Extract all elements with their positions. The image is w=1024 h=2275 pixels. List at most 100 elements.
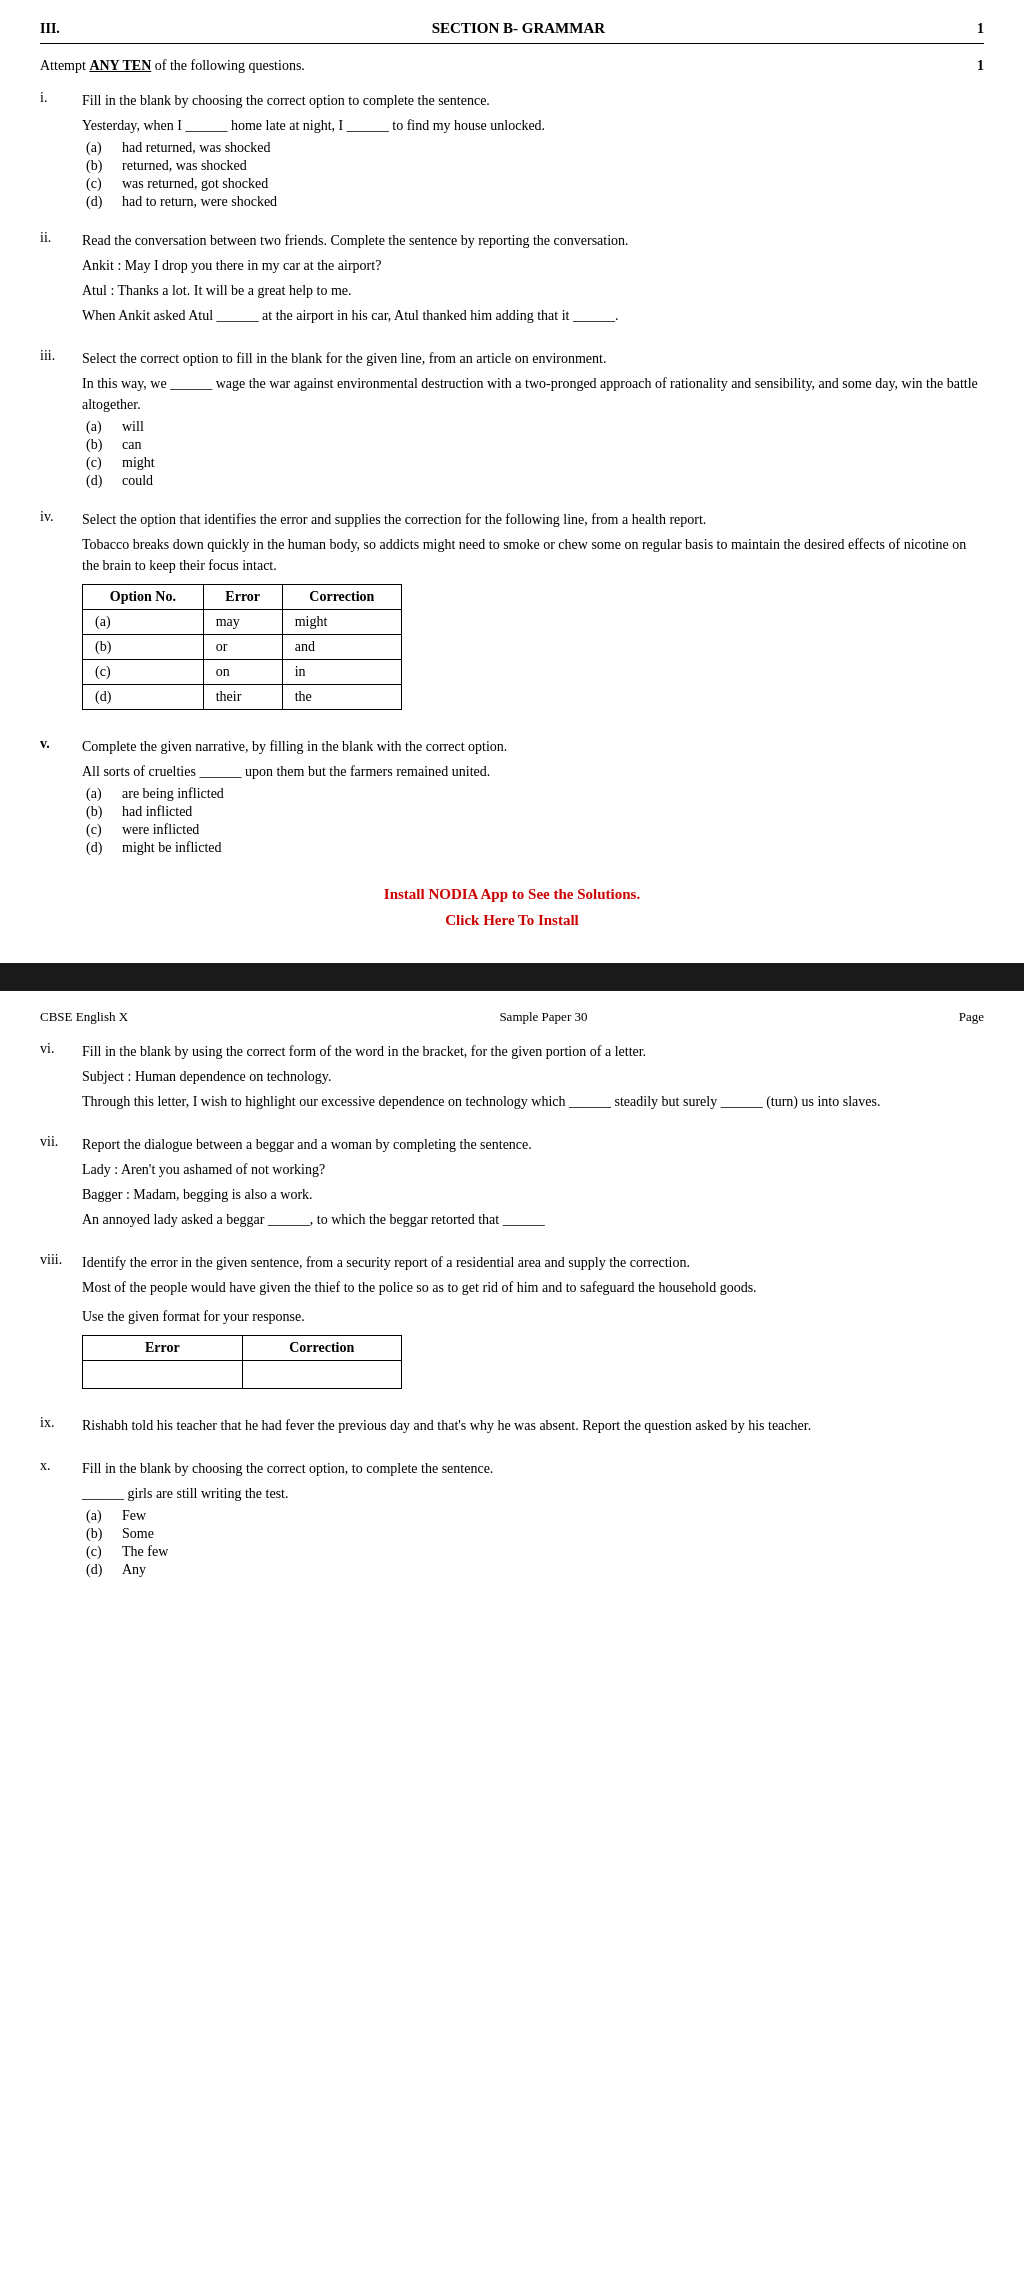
q-v-num: v. — [40, 736, 82, 858]
opt-c-text: might — [122, 455, 155, 471]
page-1: III. SECTION B- GRAMMAR 1 Attempt ANY TE… — [0, 0, 1024, 963]
list-item: (d) had to return, were shocked — [82, 194, 984, 210]
list-item: (c) were inflicted — [82, 822, 984, 838]
error-cell — [83, 1361, 243, 1389]
q-iv-content: Select the option that identifies the er… — [82, 509, 984, 718]
table-row — [83, 1361, 402, 1389]
q-ii-line2: Atul : Thanks a lot. It will be a great … — [82, 280, 984, 301]
col-option-no: Option No. — [83, 585, 204, 610]
q-iii-content: Select the correct option to fill in the… — [82, 348, 984, 491]
table-cell: (b) — [83, 635, 204, 660]
list-item: (c) was returned, got shocked — [82, 176, 984, 192]
question-ii: ii. Read the conversation between two fr… — [40, 230, 984, 330]
opt-d-label: (d) — [86, 194, 122, 210]
q-ii-line3: When Ankit asked Atul ______ at the airp… — [82, 305, 984, 326]
table-cell: the — [282, 685, 401, 710]
question-v-row: v. Complete the given narrative, by fill… — [40, 736, 984, 858]
page-divider — [0, 963, 1024, 991]
table-cell: in — [282, 660, 401, 685]
list-item: (b) had inflicted — [82, 804, 984, 820]
q-vii-num: vii. — [40, 1134, 82, 1234]
page-header: III. SECTION B- GRAMMAR 1 — [40, 20, 984, 44]
install-line1[interactable]: Install NODIA App to See the Solutions. — [40, 882, 984, 908]
question-iv-row: iv. Select the option that identifies th… — [40, 509, 984, 718]
opt-d-text: could — [122, 473, 153, 489]
list-item: (d) might be inflicted — [82, 840, 984, 856]
question-ix: ix. Rishabh told his teacher that he had… — [40, 1415, 984, 1440]
attempt-text-prefix: Attempt — [40, 58, 89, 73]
opt-d-label: (d) — [86, 473, 122, 489]
q-iii-options: (a) will (b) can (c) might (d) could — [82, 419, 984, 489]
question-iv: iv. Select the option that identifies th… — [40, 509, 984, 718]
q-vi-content: Fill in the blank by using the correct f… — [82, 1041, 984, 1116]
list-item: (d) Any — [82, 1562, 984, 1578]
table-row: (b)orand — [83, 635, 402, 660]
question-iii: iii. Select the correct option to fill i… — [40, 348, 984, 491]
q-x-options: (a) Few (b) Some (c) The few (d) Any — [82, 1508, 984, 1578]
table-cell: (d) — [83, 685, 204, 710]
opt-a-text: will — [122, 419, 144, 435]
opt-c-text: The few — [122, 1544, 168, 1560]
opt-a-text: Few — [122, 1508, 146, 1524]
opt-a-label: (a) — [86, 419, 122, 435]
q-ii-intro: Read the conversation between two friend… — [82, 230, 984, 251]
q-i-options: (a) had returned, was shocked (b) return… — [82, 140, 984, 210]
q-v-options: (a) are being inflicted (b) had inflicte… — [82, 786, 984, 856]
q-i-intro: Fill in the blank by choosing the correc… — [82, 90, 984, 111]
table-cell: (c) — [83, 660, 204, 685]
q-viii-sentence: Most of the people would have given the … — [82, 1277, 984, 1298]
p2-right: Page — [959, 1009, 984, 1025]
q-ii-line1: Ankit : May I drop you there in my car a… — [82, 255, 984, 276]
q-x-intro: Fill in the blank by choosing the correc… — [82, 1458, 984, 1479]
opt-a-text: had returned, was shocked — [122, 140, 271, 156]
list-item: (b) returned, was shocked — [82, 158, 984, 174]
table-header-row: Option No. Error Correction — [83, 585, 402, 610]
question-iii-row: iii. Select the correct option to fill i… — [40, 348, 984, 491]
opt-b-text: can — [122, 437, 141, 453]
q-iv-sentence: Tobacco breaks down quickly in the human… — [82, 534, 984, 576]
col-correction: Correction — [242, 1336, 402, 1361]
table-row: (d)theirthe — [83, 685, 402, 710]
install-banner[interactable]: Install NODIA App to See the Solutions. … — [40, 882, 984, 933]
page-number: 1 — [977, 21, 984, 37]
list-item: (a) had returned, was shocked — [82, 140, 984, 156]
question-ii-row: ii. Read the conversation between two fr… — [40, 230, 984, 330]
table-row: (c)onin — [83, 660, 402, 685]
q-ix-num: ix. — [40, 1415, 82, 1440]
opt-d-text: Any — [122, 1562, 146, 1578]
section-title: SECTION B- GRAMMAR — [60, 20, 977, 37]
table-header-row: Error Correction — [83, 1336, 402, 1361]
q-x-content: Fill in the blank by choosing the correc… — [82, 1458, 984, 1580]
q-i-content: Fill in the blank by choosing the correc… — [82, 90, 984, 212]
table-cell: their — [203, 685, 282, 710]
attempt-mark: 1 — [977, 58, 984, 74]
install-line2[interactable]: Click Here To Install — [40, 908, 984, 934]
q-iv-intro: Select the option that identifies the er… — [82, 509, 984, 530]
question-vii-row: vii. Report the dialogue between a begga… — [40, 1134, 984, 1234]
opt-d-label: (d) — [86, 840, 122, 856]
question-vi: vi. Fill in the blank by using the corre… — [40, 1041, 984, 1116]
q-vii-line3: An annoyed lady asked a beggar ______, t… — [82, 1209, 984, 1230]
q-vii-line2: Bagger : Madam, begging is also a work. — [82, 1184, 984, 1205]
opt-c-label: (c) — [86, 176, 122, 192]
opt-d-text: might be inflicted — [122, 840, 222, 856]
page-2: CBSE English X Sample Paper 30 Page vi. … — [0, 991, 1024, 1618]
list-item: (a) will — [82, 419, 984, 435]
list-item: (b) can — [82, 437, 984, 453]
q-vi-num: vi. — [40, 1041, 82, 1116]
q-viii-num: viii. — [40, 1252, 82, 1397]
opt-c-label: (c) — [86, 822, 122, 838]
list-item: (c) The few — [82, 1544, 984, 1560]
opt-c-text: were inflicted — [122, 822, 199, 838]
q-viii-intro: Identify the error in the given sentence… — [82, 1252, 984, 1273]
q-ii-content: Read the conversation between two friend… — [82, 230, 984, 330]
opt-a-label: (a) — [86, 140, 122, 156]
list-item: (a) Few — [82, 1508, 984, 1524]
table-cell: (a) — [83, 610, 204, 635]
q-vi-intro: Fill in the blank by using the correct f… — [82, 1041, 984, 1062]
q-ii-num: ii. — [40, 230, 82, 330]
opt-d-label: (d) — [86, 1562, 122, 1578]
table-cell: may — [203, 610, 282, 635]
attempt-line: Attempt ANY TEN of the following questio… — [40, 58, 984, 74]
correction-cell — [242, 1361, 402, 1389]
